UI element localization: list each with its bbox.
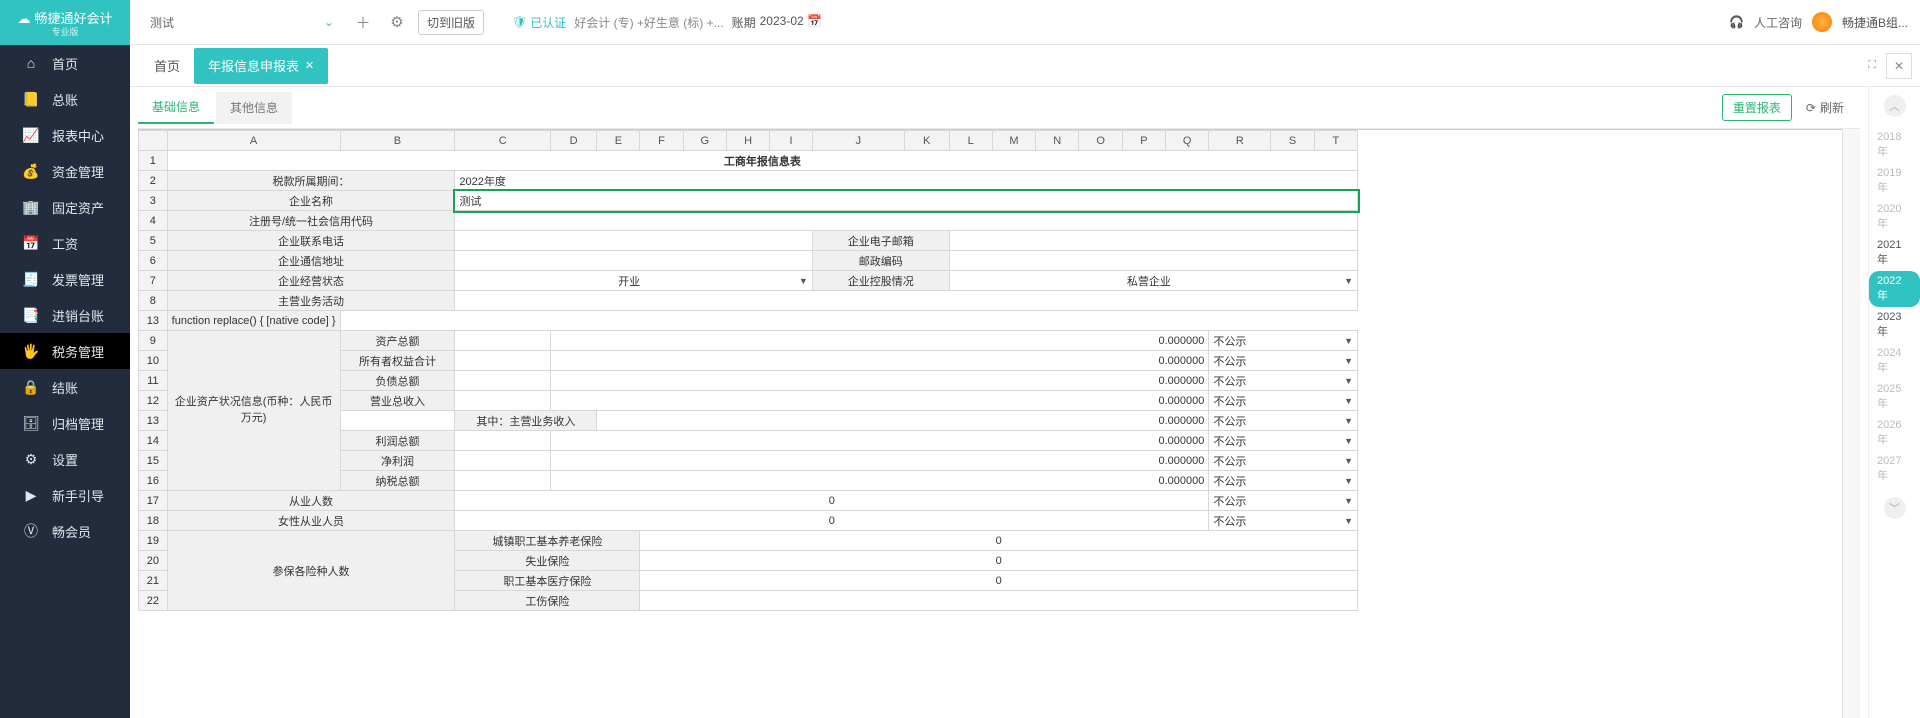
nav-icon: ▶ bbox=[22, 487, 40, 504]
nav-item-11[interactable]: ⚙设置 bbox=[0, 441, 130, 477]
sidebar: ☁畅捷通好会计 专业版 ⌂首页📒总账📈报表中心💰资金管理🏢固定资产📅工资🧾发票管… bbox=[0, 0, 130, 718]
refresh-button[interactable]: ⟳刷新 bbox=[1806, 99, 1844, 116]
add-button[interactable]: ＋ bbox=[350, 9, 376, 35]
year-2026年[interactable]: 2026年 bbox=[1869, 415, 1920, 451]
nav-item-8[interactable]: 🖐税务管理 bbox=[0, 333, 130, 369]
subtab-basic[interactable]: 基础信息 bbox=[138, 92, 214, 124]
avatar[interactable] bbox=[1812, 12, 1832, 32]
nav-item-2[interactable]: 📈报表中心 bbox=[0, 117, 130, 153]
year-2021年[interactable]: 2021年 bbox=[1869, 235, 1920, 271]
nav-icon: ⌂ bbox=[22, 55, 40, 71]
nav-icon: 📅 bbox=[22, 235, 40, 252]
page-tabs: 首页 年报信息申报表 ✕ ⛶ ✕ bbox=[130, 45, 1920, 87]
nav-item-5[interactable]: 📅工资 bbox=[0, 225, 130, 261]
year-2019年[interactable]: 2019年 bbox=[1869, 163, 1920, 199]
period-selector[interactable]: 2023-02 📅 bbox=[760, 14, 822, 31]
close-icon[interactable]: ✕ bbox=[305, 59, 314, 72]
support-link[interactable]: 人工咨询 bbox=[1754, 14, 1802, 31]
year-2027年[interactable]: 2027年 bbox=[1869, 451, 1920, 487]
nav-icon: 🏢 bbox=[22, 199, 40, 216]
year-2018年[interactable]: 2018年 bbox=[1869, 127, 1920, 163]
nav-icon: 📈 bbox=[22, 127, 40, 144]
nav-icon: 📒 bbox=[22, 91, 40, 108]
year-2020年[interactable]: 2020年 bbox=[1869, 199, 1920, 235]
nav-item-6[interactable]: 🧾发票管理 bbox=[0, 261, 130, 297]
nav-icon: 🔒 bbox=[22, 379, 40, 396]
year-2022年[interactable]: 2022年 bbox=[1869, 271, 1920, 307]
nav-item-0[interactable]: ⌂首页 bbox=[0, 45, 130, 81]
brand-logo: ☁畅捷通好会计 专业版 bbox=[0, 0, 130, 45]
nav-item-12[interactable]: ▶新手引导 bbox=[0, 477, 130, 513]
nav-item-13[interactable]: Ⓥ畅会员 bbox=[0, 513, 130, 549]
cloud-icon: ☁ bbox=[17, 11, 30, 26]
settings-icon[interactable]: ⚙ bbox=[384, 9, 410, 35]
nav-item-4[interactable]: 🏢固定资产 bbox=[0, 189, 130, 225]
nav-icon: 🗄 bbox=[22, 415, 40, 432]
nav-icon: 🖐 bbox=[22, 343, 40, 360]
sub-tabs: 基础信息 其他信息 重置报表 ⟳刷新 bbox=[138, 87, 1860, 129]
user-name[interactable]: 畅捷通B组... bbox=[1842, 14, 1908, 31]
year-down-button[interactable]: ﹀ bbox=[1884, 497, 1906, 519]
year-2024年[interactable]: 2024年 bbox=[1869, 343, 1920, 379]
nav-item-3[interactable]: 💰资金管理 bbox=[0, 153, 130, 189]
subtab-other[interactable]: 其他信息 bbox=[216, 92, 292, 124]
scrollbar-track[interactable] bbox=[1842, 129, 1860, 718]
company-selector[interactable]: 测试 ⌄ bbox=[142, 8, 342, 36]
year-rail: ︿ 2018年2019年2020年2021年2022年2023年2024年202… bbox=[1868, 87, 1920, 718]
chevron-down-icon: ⌄ bbox=[324, 15, 334, 29]
nav-item-9[interactable]: 🔒结账 bbox=[0, 369, 130, 405]
nav-icon: ⚙ bbox=[22, 451, 40, 468]
nav-icon: 🧾 bbox=[22, 271, 40, 288]
topbar: 测试 ⌄ ＋ ⚙ 切到旧版 🛡已认证 好会计 (专) +好生意 (标) +...… bbox=[130, 0, 1920, 45]
shield-icon: 🛡 bbox=[512, 15, 527, 29]
tab-annual-report[interactable]: 年报信息申报表 ✕ bbox=[194, 48, 328, 84]
spreadsheet[interactable]: ABCDEFGHIJKLMNOPQRST1工商年报信息表2税款所属期间：2022… bbox=[138, 129, 1842, 718]
close-all-tabs[interactable]: ✕ bbox=[1886, 53, 1912, 79]
headset-icon: 🎧 bbox=[1729, 15, 1744, 29]
nav-icon: 📑 bbox=[22, 307, 40, 324]
year-up-button[interactable]: ︿ bbox=[1884, 95, 1906, 117]
nav-item-7[interactable]: 📑进销台账 bbox=[0, 297, 130, 333]
year-2025年[interactable]: 2025年 bbox=[1869, 379, 1920, 415]
company-name: 测试 bbox=[150, 14, 174, 31]
switch-old-button[interactable]: 切到旧版 bbox=[418, 10, 484, 35]
period-label: 账期 bbox=[732, 14, 756, 31]
refresh-icon: ⟳ bbox=[1806, 101, 1816, 115]
reset-report-button[interactable]: 重置报表 bbox=[1722, 94, 1792, 121]
year-2023年[interactable]: 2023年 bbox=[1869, 307, 1920, 343]
nav-icon: 💰 bbox=[22, 163, 40, 180]
product-label: 好会计 (专) +好生意 (标) +... bbox=[574, 14, 723, 31]
nav-item-10[interactable]: 🗄归档管理 bbox=[0, 405, 130, 441]
nav-icon: Ⓥ bbox=[22, 521, 40, 541]
certified-badge: 🛡已认证 bbox=[512, 14, 566, 31]
nav-item-1[interactable]: 📒总账 bbox=[0, 81, 130, 117]
tab-home[interactable]: 首页 bbox=[140, 48, 194, 84]
expand-icon[interactable]: ⛶ bbox=[1868, 59, 1876, 72]
